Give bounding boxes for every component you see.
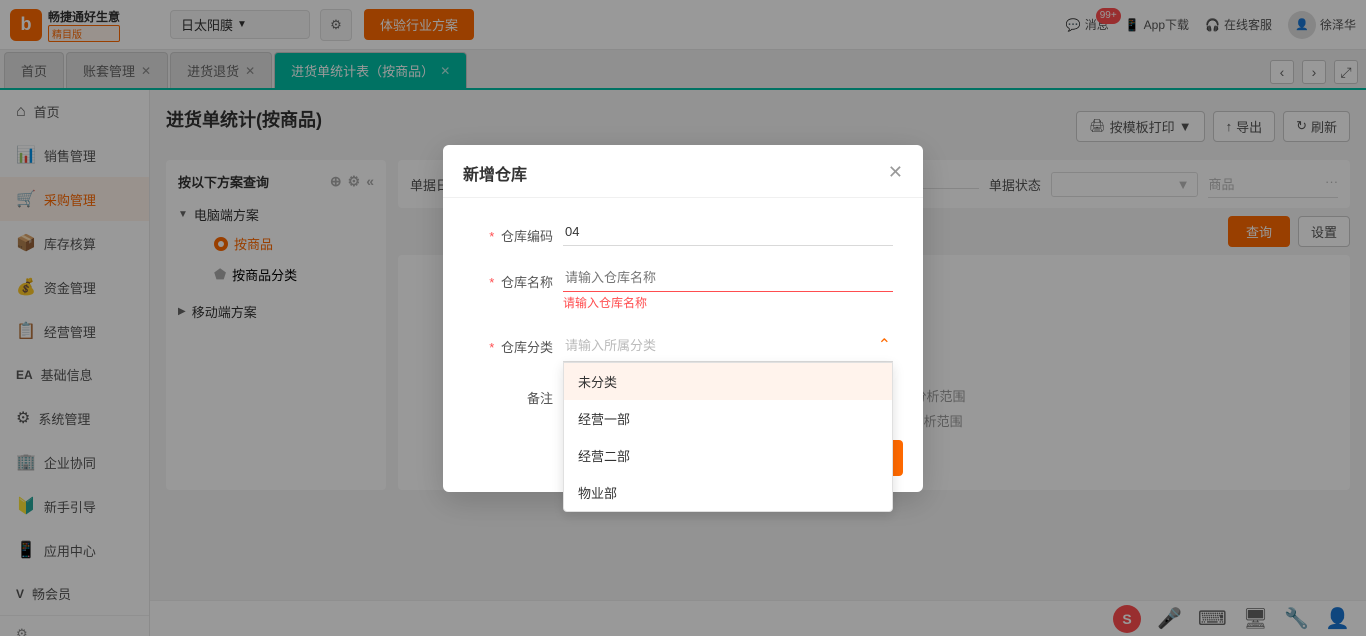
warehouse-type-label: * 仓库分类: [473, 329, 553, 356]
dropdown-item-dept1[interactable]: 经营一部: [564, 400, 892, 437]
warehouse-type-row: * 仓库分类 请输入所属分类 ⌃ 未分类 经营一部: [473, 329, 893, 362]
warehouse-name-control: 请输入仓库名称: [563, 264, 893, 311]
modal-body: * 仓库编码 * 仓库名称 请输入仓库名称: [443, 198, 923, 428]
chevron-up-icon: ⌃: [878, 335, 891, 355]
warehouse-type-dropdown: 未分类 经营一部 经营二部 物业部: [563, 362, 893, 512]
warehouse-name-input[interactable]: [563, 264, 893, 292]
warehouse-name-row: * 仓库名称 请输入仓库名称: [473, 264, 893, 311]
warehouse-code-control: [563, 218, 893, 246]
modal-close-button[interactable]: ✕: [888, 162, 903, 183]
dropdown-item-property[interactable]: 物业部: [564, 474, 892, 511]
warehouse-code-input[interactable]: [563, 218, 893, 246]
warehouse-name-label: * 仓库名称: [473, 264, 553, 291]
warehouse-code-label: * 仓库编码: [473, 218, 553, 245]
dropdown-item-uncategorized[interactable]: 未分类: [564, 363, 892, 400]
warehouse-type-control: 请输入所属分类 ⌃ 未分类 经营一部 经营二部: [563, 329, 893, 362]
add-warehouse-modal: 新增仓库 ✕ * 仓库编码 * 仓库名称: [443, 145, 923, 492]
dropdown-item-dept2[interactable]: 经营二部: [564, 437, 892, 474]
warehouse-type-select[interactable]: 请输入所属分类 ⌃: [563, 329, 893, 362]
type-placeholder: 请输入所属分类: [565, 335, 656, 354]
remark-field-label: 备注: [473, 380, 553, 407]
modal-header: 新增仓库 ✕: [443, 145, 923, 198]
modal-overlay: 新增仓库 ✕ * 仓库编码 * 仓库名称: [0, 0, 1366, 636]
warehouse-name-error: 请输入仓库名称: [563, 294, 893, 311]
warehouse-code-row: * 仓库编码: [473, 218, 893, 246]
modal-title: 新增仓库: [463, 161, 527, 185]
